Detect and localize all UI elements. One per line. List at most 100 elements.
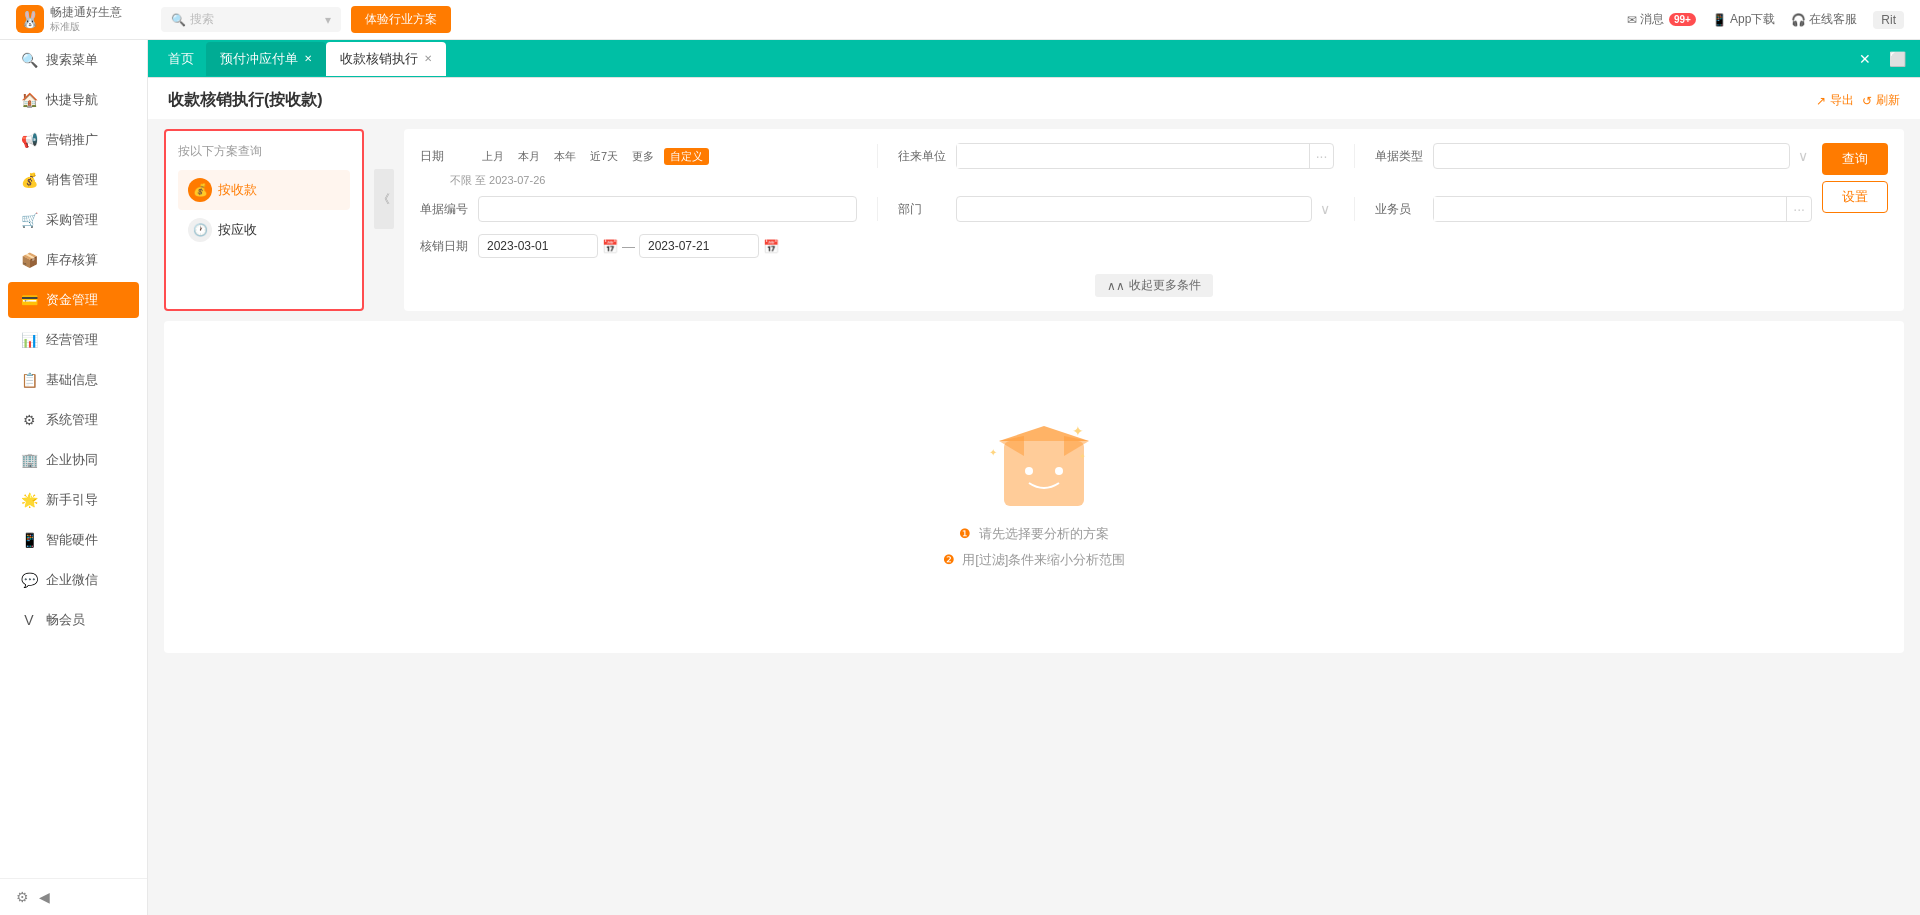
close-tab-btn[interactable]: ✕ (1853, 49, 1877, 69)
sidebar-item-hardware[interactable]: 📱 智能硬件 (0, 520, 147, 560)
doc-no-field: 单据编号 (420, 196, 857, 222)
query-button[interactable]: 查询 (1822, 143, 1888, 175)
collapse-conditions-btn[interactable]: ∧∧ 收起更多条件 (1095, 274, 1213, 297)
filter-by-receipt[interactable]: 💰 按收款 (178, 170, 350, 210)
sidebar-item-system[interactable]: ⚙ 系统管理 (0, 400, 147, 440)
custom-date-tag[interactable]: 自定义 (664, 148, 709, 165)
filter-row-2: 单据编号 部门 ∨ (420, 196, 1812, 222)
filter-panel-title: 按以下方案查询 (178, 143, 350, 160)
page-actions: ↗ 导出 ↺ 刷新 (1816, 92, 1900, 109)
verify-end-input[interactable]: 2023-07-21 (639, 234, 759, 258)
settings-button[interactable]: 设置 (1822, 181, 1888, 213)
empty-illustration: ✦ ✦ ✦ (984, 401, 1084, 501)
verify-date-range: 2023-03-01 📅 — 2023-07-21 📅 (478, 234, 779, 258)
svg-text:✦: ✦ (1079, 452, 1086, 461)
calendar-start-icon[interactable]: 📅 (602, 239, 618, 254)
svg-point-1 (1025, 467, 1033, 475)
sidebar-label: 新手引导 (46, 491, 98, 509)
sales-icon: 💰 (20, 172, 38, 188)
dept-dropdown[interactable] (956, 196, 1313, 222)
doc-type-dropdown[interactable] (1433, 143, 1790, 169)
sidebar-label: 企业微信 (46, 571, 98, 589)
wechat-icon: 💬 (20, 572, 38, 588)
home-icon: 🏠 (20, 92, 38, 108)
page-title: 收款核销执行(按收款) (168, 90, 323, 111)
counterparty-dots[interactable]: ··· (1309, 144, 1334, 168)
content-area: 按以下方案查询 💰 按收款 🕐 按应收 《 (148, 119, 1920, 915)
doc-type-dots[interactable]: ∨ (1794, 148, 1812, 164)
sidebar-item-search[interactable]: 🔍 搜索菜单 (0, 40, 147, 80)
refresh-button[interactable]: ↺ 刷新 (1862, 92, 1900, 109)
date-unlimited-text: 不限 至 2023-07-26 (420, 173, 1812, 188)
date-label: 日期 (420, 148, 470, 165)
sidebar-item-purchase[interactable]: 🛒 采购管理 (0, 200, 147, 240)
tab-home[interactable]: 首页 (156, 42, 206, 76)
collapse-button[interactable]: 《 (374, 169, 394, 229)
online-service-label: 在线客服 (1809, 11, 1857, 28)
maximize-tab-btn[interactable]: ⬜ (1883, 49, 1912, 69)
export-button[interactable]: ↗ 导出 (1816, 92, 1854, 109)
sidebar-item-collab[interactable]: 🏢 企业协同 (0, 440, 147, 480)
collab-icon: 🏢 (20, 452, 38, 468)
this-year-btn[interactable]: 本年 (550, 147, 580, 166)
counterparty-label: 往来单位 (898, 148, 948, 165)
sidebar-item-sales[interactable]: 💰 销售管理 (0, 160, 147, 200)
doc-no-input[interactable] (478, 196, 857, 222)
message-badge: 99+ (1669, 13, 1696, 26)
sidebar-bottom: ⚙ ◀ (0, 878, 147, 915)
salesperson-dots[interactable]: ··· (1786, 197, 1811, 221)
sidebar-label: 基础信息 (46, 371, 98, 389)
main-content: 首页 预付冲应付单 ✕ 收款核销执行 ✕ ✕ ⬜ 收款核销执行(按收款) ↗ 导… (148, 40, 1920, 915)
sidebar-item-vip[interactable]: V 畅会员 (0, 600, 147, 640)
last-month-btn[interactable]: 上月 (478, 147, 508, 166)
counterparty-input[interactable]: ··· (956, 143, 1335, 169)
sidebar-label: 快捷导航 (46, 91, 98, 109)
user-avatar[interactable]: Rit (1873, 11, 1904, 29)
search-bar[interactable]: 🔍 搜索 ▾ (161, 7, 341, 32)
message-btn[interactable]: ✉ 消息 99+ (1627, 11, 1696, 28)
filter-row-1: 日期 上月 本月 本年 近7天 更多 自定义 (420, 143, 1812, 169)
tab-receipt[interactable]: 收款核销执行 ✕ (326, 42, 446, 76)
verify-date-field: 核销日期 2023-03-01 📅 — 2023-07-21 📅 (420, 234, 1812, 258)
export-icon: ↗ (1816, 94, 1826, 108)
calendar-end-icon[interactable]: 📅 (763, 239, 779, 254)
doc-type-select: ∨ (1433, 143, 1812, 169)
inventory-icon: 📦 (20, 252, 38, 268)
dropdown-icon[interactable]: ▾ (325, 13, 331, 27)
tab-close-prepay[interactable]: ✕ (304, 53, 312, 64)
verify-start-input[interactable]: 2023-03-01 (478, 234, 598, 258)
search-icon: 🔍 (171, 13, 186, 27)
search-placeholder: 搜索 (190, 11, 214, 28)
tab-prepay[interactable]: 预付冲应付单 ✕ (206, 42, 326, 76)
date-shortcuts: 上月 本月 本年 近7天 更多 自定义 (478, 147, 709, 166)
app-download-btn[interactable]: 📱 App下载 (1712, 11, 1775, 28)
sidebar-item-operations[interactable]: 📊 经营管理 (0, 320, 147, 360)
settings-bottom-icon[interactable]: ⚙ (16, 889, 29, 905)
sidebar-item-guide[interactable]: 🌟 新手引导 (0, 480, 147, 520)
tab-close-receipt[interactable]: ✕ (424, 53, 432, 64)
salesperson-text-input[interactable] (1434, 197, 1786, 221)
empty-tip-1: ❶ 请先选择要分析的方案 (959, 521, 1109, 547)
sidebar-item-nav[interactable]: 🏠 快捷导航 (0, 80, 147, 120)
this-month-btn[interactable]: 本月 (514, 147, 544, 166)
counterparty-text-input[interactable] (957, 144, 1309, 168)
salesperson-input[interactable]: ··· (1433, 196, 1812, 222)
vip-icon: V (20, 612, 38, 628)
online-service-btn[interactable]: 🎧 在线客服 (1791, 11, 1857, 28)
filter-by-receivable[interactable]: 🕐 按应收 (178, 210, 350, 250)
sidebar-item-wechat[interactable]: 💬 企业微信 (0, 560, 147, 600)
basic-icon: 📋 (20, 372, 38, 388)
collapse-icon[interactable]: ◀ (39, 889, 50, 905)
solution-button[interactable]: 体验行业方案 (351, 6, 451, 33)
more-date-btn[interactable]: 更多 (628, 147, 658, 166)
sidebar-label: 畅会员 (46, 611, 85, 629)
sidebar-item-inventory[interactable]: 📦 库存核算 (0, 240, 147, 280)
sidebar-label: 资金管理 (46, 291, 98, 309)
filter-row-3: 核销日期 2023-03-01 📅 — 2023-07-21 📅 (420, 234, 1812, 258)
dept-dots[interactable]: ∨ (1316, 201, 1334, 217)
sidebar-item-basic[interactable]: 📋 基础信息 (0, 360, 147, 400)
doc-no-label: 单据编号 (420, 201, 470, 218)
sidebar-item-marketing[interactable]: 📢 营销推广 (0, 120, 147, 160)
last-7days-btn[interactable]: 近7天 (586, 147, 622, 166)
sidebar-item-finance[interactable]: 💳 资金管理 (8, 282, 139, 318)
